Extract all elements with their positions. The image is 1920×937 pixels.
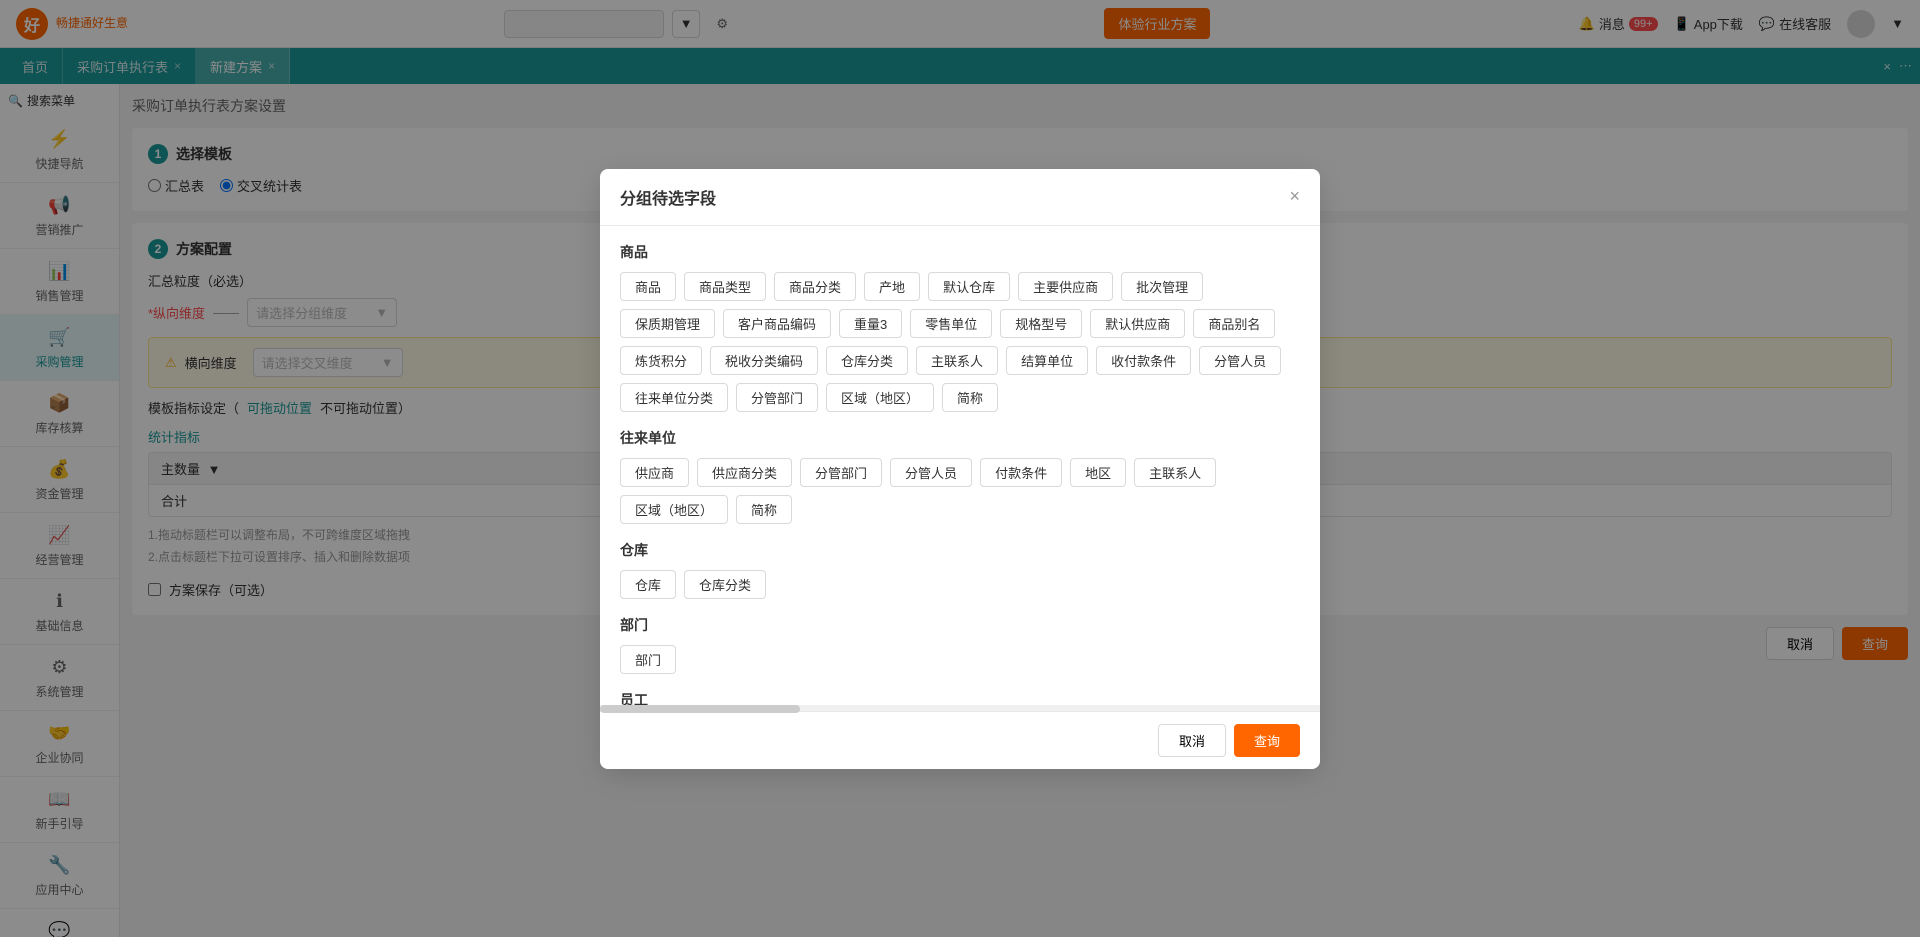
chip-weight[interactable]: 重量3: [839, 309, 902, 338]
chip-default-warehouse[interactable]: 默认仓库: [928, 272, 1010, 301]
field-group-goods: 商品 商品 商品类型 商品分类 产地 默认仓库 主要供应商 批次管理 保质期管理…: [620, 242, 1300, 412]
field-group-partner-title: 往来单位: [620, 428, 1300, 448]
chip-warehouse[interactable]: 仓库: [620, 570, 676, 599]
chip-supplier[interactable]: 供应商: [620, 458, 689, 487]
field-group-employee-title: 员工: [620, 690, 1300, 705]
chip-main-supplier[interactable]: 主要供应商: [1018, 272, 1113, 301]
chip-region-goods[interactable]: 区域（地区）: [826, 383, 934, 412]
chip-goods-category[interactable]: 商品分类: [774, 272, 856, 301]
chip-main-contact[interactable]: 主联系人: [916, 346, 998, 375]
chip-payment-cond[interactable]: 付款条件: [980, 458, 1062, 487]
modal-cancel-button[interactable]: 取消: [1158, 724, 1226, 757]
chip-spec[interactable]: 规格型号: [1000, 309, 1082, 338]
chip-dept[interactable]: 分管部门: [736, 383, 818, 412]
chip-shelf-life[interactable]: 保质期管理: [620, 309, 715, 338]
chip-customer-code[interactable]: 客户商品编码: [723, 309, 831, 338]
chip-retail-unit[interactable]: 零售单位: [910, 309, 992, 338]
chip-payment-terms[interactable]: 收付款条件: [1096, 346, 1191, 375]
chip-default-supplier[interactable]: 默认供应商: [1090, 309, 1185, 338]
chip-warehouse-category[interactable]: 仓库分类: [826, 346, 908, 375]
field-group-department-title: 部门: [620, 615, 1300, 635]
chip-department[interactable]: 部门: [620, 645, 676, 674]
field-select-modal: 分组待选字段 × 商品 商品 商品类型 商品分类 产地 默认仓库 主要供应商 批…: [600, 169, 1320, 769]
chip-manager[interactable]: 分管人员: [1199, 346, 1281, 375]
chip-area[interactable]: 地区: [1070, 458, 1126, 487]
modal-hscroll-thumb[interactable]: [600, 705, 800, 713]
chip-supplier-category[interactable]: 供应商分类: [697, 458, 792, 487]
chip-warehouse-cat[interactable]: 仓库分类: [684, 570, 766, 599]
chip-region-partner[interactable]: 区域（地区）: [620, 495, 728, 524]
chip-origin[interactable]: 产地: [864, 272, 920, 301]
chip-partner-category[interactable]: 往来单位分类: [620, 383, 728, 412]
field-group-department: 部门 部门: [620, 615, 1300, 674]
field-chips-department: 部门: [620, 645, 1300, 674]
modal-footer: 取消 查询: [600, 711, 1320, 769]
chip-tax-code[interactable]: 税收分类编码: [710, 346, 818, 375]
field-group-warehouse: 仓库 仓库 仓库分类: [620, 540, 1300, 599]
modal-overlay: 分组待选字段 × 商品 商品 商品类型 商品分类 产地 默认仓库 主要供应商 批…: [0, 0, 1920, 937]
field-chips-warehouse: 仓库 仓库分类: [620, 570, 1300, 599]
chip-goods-alias[interactable]: 商品别名: [1193, 309, 1275, 338]
chip-dept-partner[interactable]: 分管部门: [800, 458, 882, 487]
modal-body: 商品 商品 商品类型 商品分类 产地 默认仓库 主要供应商 批次管理 保质期管理…: [600, 226, 1320, 705]
chip-batch-mgmt[interactable]: 批次管理: [1121, 272, 1203, 301]
chip-short-name-goods[interactable]: 简称: [942, 383, 998, 412]
field-group-goods-title: 商品: [620, 242, 1300, 262]
modal-header: 分组待选字段 ×: [600, 169, 1320, 226]
chip-goods[interactable]: 商品: [620, 272, 676, 301]
chip-goods-type[interactable]: 商品类型: [684, 272, 766, 301]
chip-settlement-unit[interactable]: 结算单位: [1006, 346, 1088, 375]
field-group-partner: 往来单位 供应商 供应商分类 分管部门 分管人员 付款条件 地区 主联系人 区域…: [620, 428, 1300, 524]
field-group-employee: 员工 业务员: [620, 690, 1300, 705]
modal-confirm-button[interactable]: 查询: [1234, 724, 1300, 757]
field-chips-goods: 商品 商品类型 商品分类 产地 默认仓库 主要供应商 批次管理 保质期管理 客户…: [620, 272, 1300, 412]
modal-title: 分组待选字段: [620, 185, 716, 209]
chip-short-name-partner[interactable]: 简称: [736, 495, 792, 524]
modal-horizontal-scrollbar[interactable]: [600, 705, 1320, 711]
chip-contact-partner[interactable]: 主联系人: [1134, 458, 1216, 487]
chip-manager-partner[interactable]: 分管人员: [890, 458, 972, 487]
field-chips-partner: 供应商 供应商分类 分管部门 分管人员 付款条件 地区 主联系人 区域（地区） …: [620, 458, 1300, 524]
field-group-warehouse-title: 仓库: [620, 540, 1300, 560]
chip-points[interactable]: 炼货积分: [620, 346, 702, 375]
modal-close-button[interactable]: ×: [1289, 186, 1300, 207]
